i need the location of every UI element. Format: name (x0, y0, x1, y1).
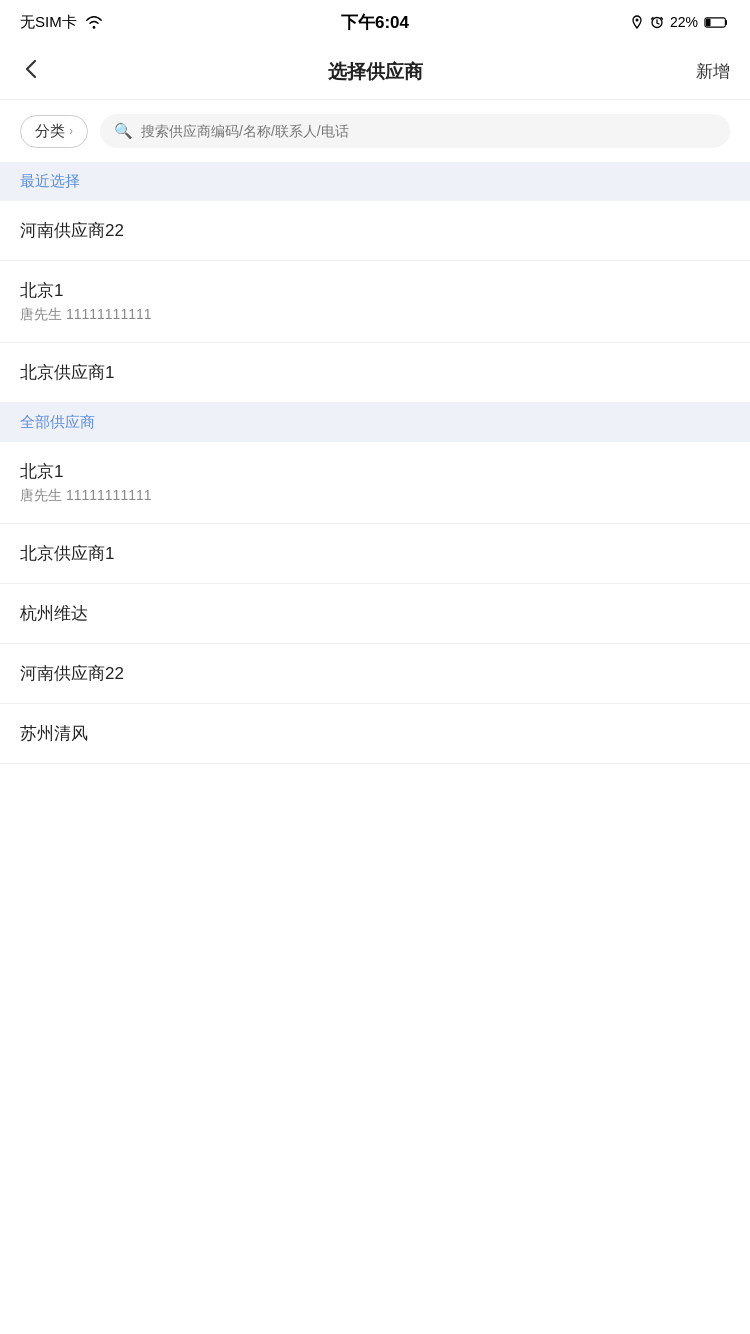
list-item[interactable]: 北京1 唐先生 11111111111 (0, 442, 750, 524)
list-item[interactable]: 苏州清风 (0, 704, 750, 764)
category-label: 分类 (35, 122, 65, 141)
list-item[interactable]: 杭州维达 (0, 584, 750, 644)
all-section-header: 全部供应商 (0, 403, 750, 442)
page-title: 选择供应商 (328, 59, 423, 85)
alarm-icon (650, 15, 664, 29)
status-left: 无SIM卡 (20, 13, 103, 32)
status-time: 下午6:04 (341, 11, 409, 34)
status-right: 22% (630, 14, 730, 30)
recent-section-header: 最近选择 (0, 162, 750, 201)
location-icon (630, 15, 644, 29)
add-button[interactable]: 新增 (696, 60, 730, 83)
search-box[interactable]: 🔍 (100, 114, 730, 148)
list-item[interactable]: 北京供应商1 (0, 343, 750, 403)
filter-bar: 分类 › 🔍 (0, 100, 750, 162)
svg-rect-3 (706, 18, 711, 25)
battery-icon (704, 16, 730, 29)
recent-items-list: 河南供应商22 北京1 唐先生 11111111111 北京供应商1 (0, 201, 750, 403)
list-item[interactable]: 河南供应商22 (0, 201, 750, 261)
list-item[interactable]: 北京1 唐先生 11111111111 (0, 261, 750, 343)
no-sim-label: 无SIM卡 (20, 13, 77, 32)
all-items-list: 北京1 唐先生 11111111111 北京供应商1 杭州维达 河南供应商22 … (0, 442, 750, 764)
status-bar: 无SIM卡 下午6:04 22% (0, 0, 750, 44)
search-icon: 🔍 (114, 122, 133, 140)
svg-point-0 (635, 19, 638, 22)
nav-bar: 选择供应商 新增 (0, 44, 750, 100)
search-input[interactable] (141, 123, 716, 139)
chevron-right-icon: › (69, 124, 73, 138)
back-button[interactable] (20, 57, 60, 87)
list-item[interactable]: 北京供应商1 (0, 524, 750, 584)
battery-percent: 22% (670, 14, 698, 30)
list-item[interactable]: 河南供应商22 (0, 644, 750, 704)
category-button[interactable]: 分类 › (20, 115, 88, 148)
wifi-icon (85, 15, 103, 29)
